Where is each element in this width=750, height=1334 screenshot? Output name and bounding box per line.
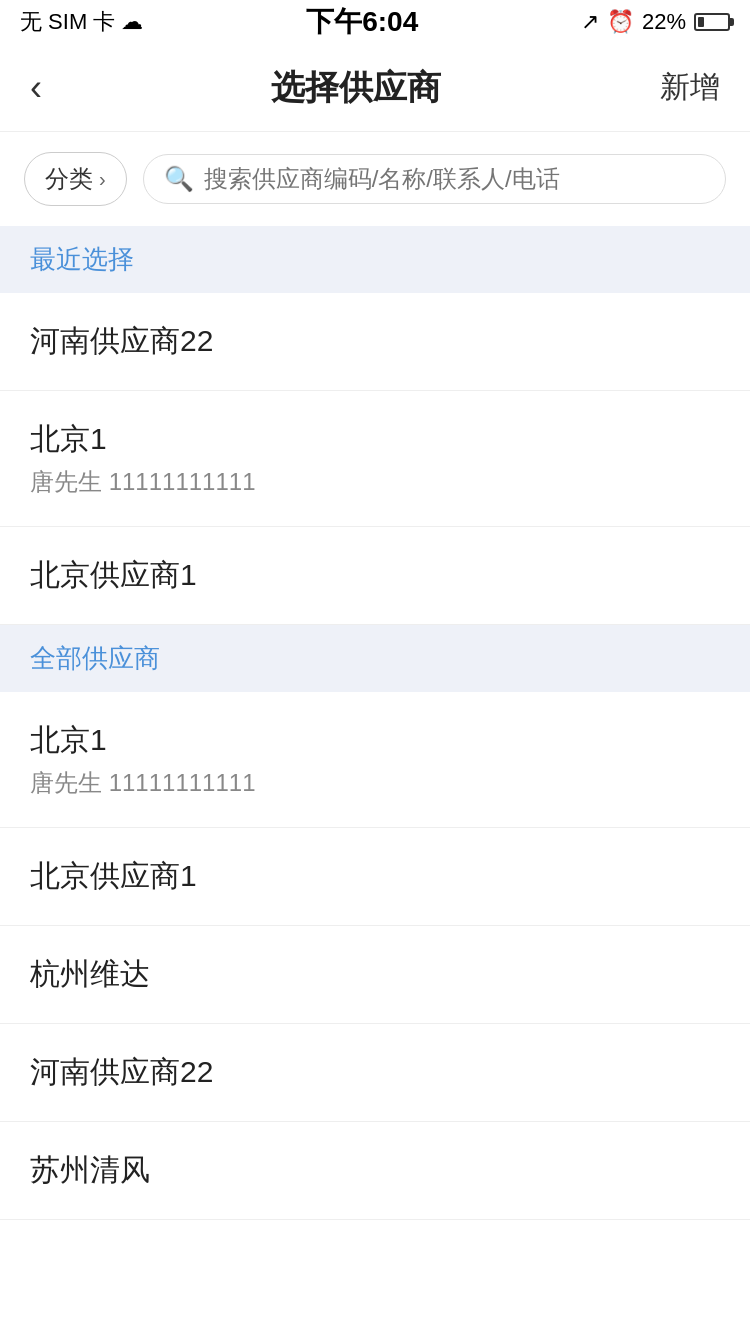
filter-bar: 分类 › 🔍	[0, 132, 750, 226]
alarm-icon: ⏰	[607, 9, 634, 35]
list-item[interactable]: 河南供应商22	[0, 1024, 750, 1122]
list-item[interactable]: 北京1 唐先生 11111111111	[0, 692, 750, 828]
item-name: 北京供应商1	[30, 856, 720, 897]
list-item[interactable]: 北京1 唐先生 11111111111	[0, 391, 750, 527]
all-section-header: 全部供应商	[0, 625, 750, 692]
category-label: 分类	[45, 163, 93, 195]
status-time: 下午6:04	[306, 3, 418, 41]
search-icon: 🔍	[164, 165, 194, 193]
status-right: ↗ ⏰ 22%	[581, 9, 730, 35]
item-name: 北京供应商1	[30, 555, 720, 596]
item-name: 北京1	[30, 720, 720, 761]
item-name: 杭州维达	[30, 954, 720, 995]
add-button[interactable]: 新增	[660, 67, 720, 108]
item-name: 河南供应商22	[30, 321, 720, 362]
search-box: 🔍	[143, 154, 726, 204]
location-icon: ↗	[581, 9, 599, 35]
nav-bar: ‹ 选择供应商 新增	[0, 44, 750, 132]
recent-list: 河南供应商22 北京1 唐先生 11111111111 北京供应商1	[0, 293, 750, 625]
battery-icon	[694, 13, 730, 31]
search-input[interactable]	[204, 165, 705, 193]
item-name: 河南供应商22	[30, 1052, 720, 1093]
back-button[interactable]: ‹	[30, 57, 52, 119]
category-button[interactable]: 分类 ›	[24, 152, 127, 206]
item-sub: 唐先生 11111111111	[30, 466, 720, 498]
list-item[interactable]: 北京供应商1	[0, 527, 750, 625]
sim-label: 无 SIM 卡 ☁	[20, 7, 143, 37]
list-item[interactable]: 苏州清风	[0, 1122, 750, 1220]
list-item[interactable]: 北京供应商1	[0, 828, 750, 926]
item-name: 北京1	[30, 419, 720, 460]
list-item[interactable]: 杭州维达	[0, 926, 750, 1024]
page-title: 选择供应商	[271, 65, 441, 111]
all-list: 北京1 唐先生 11111111111 北京供应商1 杭州维达河南供应商22 苏州清风	[0, 692, 750, 1220]
status-left: 无 SIM 卡 ☁	[20, 7, 143, 37]
status-bar: 无 SIM 卡 ☁ 下午6:04 ↗ ⏰ 22%	[0, 0, 750, 44]
list-item[interactable]: 河南供应商22	[0, 293, 750, 391]
battery-text: 22%	[642, 9, 686, 35]
item-name: 苏州清风	[30, 1150, 720, 1191]
recent-section-header: 最近选择	[0, 226, 750, 293]
item-sub: 唐先生 11111111111	[30, 767, 720, 799]
chevron-right-icon: ›	[99, 168, 106, 191]
